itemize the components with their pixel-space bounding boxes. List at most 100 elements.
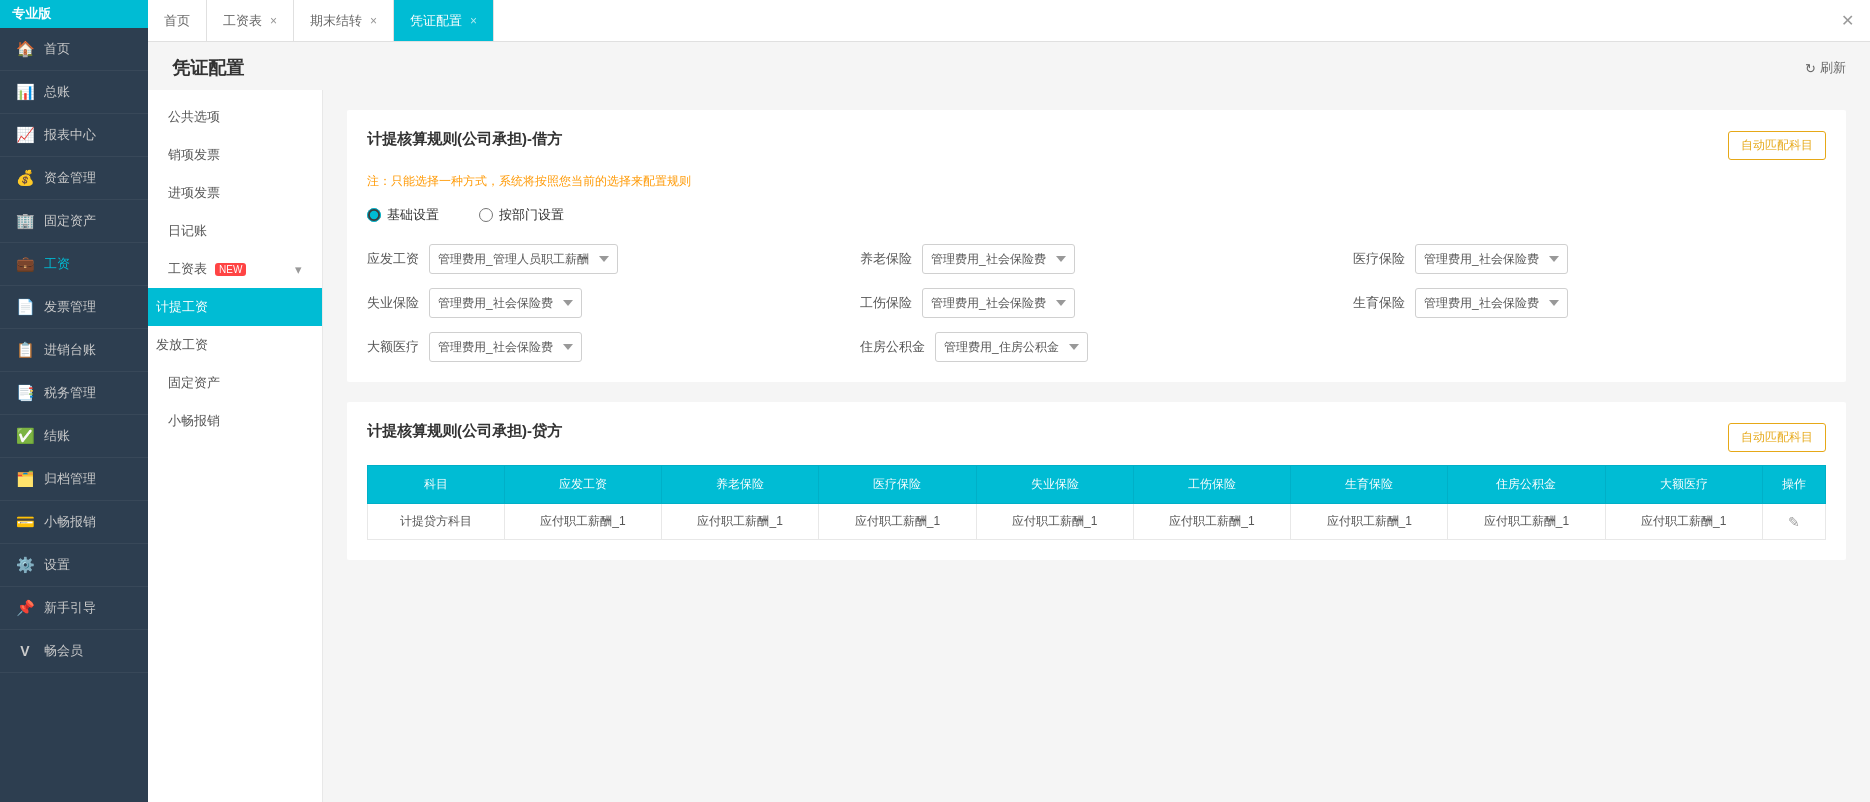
select-dale[interactable]: 管理费用_社会保险费 [429,332,582,362]
sidebar-item-salary-label: 工资 [44,255,70,273]
xiaochang-icon: 💳 [16,513,34,531]
select-wrapper-yingfa: 管理费用_管理人员职工薪酬 [429,244,840,274]
select-shiye[interactable]: 管理费用_社会保险费 [429,288,582,318]
th-yingfa: 应发工资 [504,466,661,504]
select-wrapper-gongshang: 管理费用_社会保险费 [922,288,1333,318]
th-shiye: 失业保险 [976,466,1133,504]
left-nav-payroll-table[interactable]: 工资表 NEW ▾ [148,250,322,288]
select-shengyu[interactable]: 管理费用_社会保险费 [1415,288,1568,318]
select-wrapper-yiliao: 管理费用_社会保险费 [1415,244,1826,274]
debit-section: 计提核算规则(公司承担)-借方 自动匹配科目 注：只能选择一种方式，系统将按照您… [347,110,1846,382]
refresh-button[interactable]: ↻ 刷新 [1805,59,1846,77]
sidebar-item-home[interactable]: 🏠 首页 [0,28,148,71]
assets-icon: 🏢 [16,212,34,230]
form-item-shiye: 失业保险 管理费用_社会保险费 [367,288,840,318]
tab-payroll-close[interactable]: × [270,14,277,28]
tab-voucher-close[interactable]: × [470,14,477,28]
debit-section-title: 计提核算规则(公司承担)-借方 [367,130,562,149]
debit-form-row3: 大额医疗 管理费用_社会保险费 住房公积金 管理费用_住房公积金 [367,332,1826,362]
label-shiye: 失业保险 [367,294,419,312]
debit-auto-match-button[interactable]: 自动匹配科目 [1728,131,1826,160]
radio-basic-input[interactable] [367,208,381,222]
refresh-icon: ↻ [1805,61,1816,76]
select-gongjijin[interactable]: 管理费用_住房公积金 [935,332,1088,362]
label-yingfa: 应发工资 [367,250,419,268]
tab-period-close[interactable]: × [370,14,377,28]
radio-dept[interactable]: 按部门设置 [479,206,564,224]
tab-period-label: 期末结转 [310,12,362,30]
tab-payroll[interactable]: 工资表 × [207,0,294,41]
debit-section-header: 计提核算规则(公司承担)-借方 自动匹配科目 [367,130,1826,161]
tab-period[interactable]: 期末结转 × [294,0,394,41]
sidebar-item-settings-label: 设置 [44,556,70,574]
select-wrapper-shengyu: 管理费用_社会保险费 [1415,288,1826,318]
sidebar-item-xiaochang[interactable]: 💳 小畅报销 [0,501,148,544]
debit-form-row2: 失业保险 管理费用_社会保险费 工伤保险 管理费用_社会保险费 [367,288,1826,318]
tab-home-label: 首页 [164,12,190,30]
select-yiliao[interactable]: 管理费用_社会保险费 [1415,244,1568,274]
sidebar: 专业版 🏠 首页 📊 总账 📈 报表中心 💰 资金管理 🏢 固定资产 💼 工资 … [0,0,148,802]
sidebar-item-settings[interactable]: ⚙️ 设置 [0,544,148,587]
left-nav-journal[interactable]: 日记账 [148,212,322,250]
left-nav-cancel-invoice[interactable]: 销项发票 [148,136,322,174]
left-nav-calc-salary[interactable]: 计提工资 [148,288,322,326]
sidebar-item-trade[interactable]: 📋 进销台账 [0,329,148,372]
sidebar-item-vip-label: 畅会员 [44,642,83,660]
table-row: 计提贷方科目 应付职工薪酬_1 应付职工薪酬_1 应付职工薪酬_1 应付职工薪酬… [368,504,1826,540]
label-gongjijin: 住房公积金 [860,338,925,356]
td-shiye: 应付职工薪酬_1 [976,504,1133,540]
vip-icon: V [16,643,34,659]
main-area: 首页 工资表 × 期末结转 × 凭证配置 × ✕ 凭证配置 ↻ 刷新 公共选项 [148,0,1870,802]
left-nav-fixed-assets[interactable]: 固定资产 [148,364,322,402]
sidebar-item-funds[interactable]: 💰 资金管理 [0,157,148,200]
edit-icon[interactable]: ✎ [1788,514,1800,530]
invoice-icon: 📄 [16,298,34,316]
form-item-yiliao: 医疗保险 管理费用_社会保险费 [1353,244,1826,274]
label-shengyu: 生育保险 [1353,294,1405,312]
sidebar-item-reports[interactable]: 📈 报表中心 [0,114,148,157]
label-dale: 大额医疗 [367,338,419,356]
sidebar-item-reports-label: 报表中心 [44,126,96,144]
td-yingfa: 应付职工薪酬_1 [504,504,661,540]
sidebar-item-archive[interactable]: 🗂️ 归档管理 [0,458,148,501]
td-shengyu: 应付职工薪酬_1 [1291,504,1448,540]
credit-auto-match-button[interactable]: 自动匹配科目 [1728,423,1826,452]
sidebar-item-ledger-label: 总账 [44,83,70,101]
form-item-shengyu: 生育保险 管理费用_社会保险费 [1353,288,1826,318]
td-yanglao: 应付职工薪酬_1 [662,504,819,540]
left-nav-issue-salary[interactable]: 发放工资 [148,326,322,364]
th-action: 操作 [1762,466,1825,504]
credit-section: 计提核算规则(公司承担)-贷方 自动匹配科目 科目 应发工资 养老保险 医疗保险… [347,402,1846,560]
left-nav-xiaochang-expense[interactable]: 小畅报销 [148,402,322,440]
radio-dept-input[interactable] [479,208,493,222]
sidebar-item-tax[interactable]: 📑 税务管理 [0,372,148,415]
radio-basic[interactable]: 基础设置 [367,206,439,224]
sidebar-item-assets[interactable]: 🏢 固定资产 [0,200,148,243]
topbar: 首页 工资表 × 期末结转 × 凭证配置 × ✕ [148,0,1870,42]
table-header-row: 科目 应发工资 养老保险 医疗保险 失业保险 工伤保险 生育保险 住房公积金 大… [368,466,1826,504]
refresh-label: 刷新 [1820,59,1846,77]
credit-table: 科目 应发工资 养老保险 医疗保险 失业保险 工伤保险 生育保险 住房公积金 大… [367,465,1826,540]
sidebar-item-invoice-label: 发票管理 [44,298,96,316]
th-dale: 大额医疗 [1605,466,1762,504]
select-yanglao[interactable]: 管理费用_社会保险费 [922,244,1075,274]
sidebar-item-salary[interactable]: 💼 工资 [0,243,148,286]
sidebar-item-guide[interactable]: 📌 新手引导 [0,587,148,630]
debit-section-note: 注：只能选择一种方式，系统将按照您当前的选择来配置规则 [367,173,1826,190]
sidebar-item-settle[interactable]: ✅ 结账 [0,415,148,458]
select-gongshang[interactable]: 管理费用_社会保险费 [922,288,1075,318]
home-icon: 🏠 [16,40,34,58]
sidebar-item-ledger[interactable]: 📊 总账 [0,71,148,114]
window-close-button[interactable]: ✕ [1825,0,1870,41]
left-nav-input-invoice[interactable]: 进项发票 [148,174,322,212]
select-yingfa[interactable]: 管理费用_管理人员职工薪酬 [429,244,618,274]
sidebar-item-vip[interactable]: V 畅会员 [0,630,148,673]
app-title: 专业版 [0,0,148,28]
td-action[interactable]: ✎ [1762,504,1825,540]
left-nav-public[interactable]: 公共选项 [148,98,322,136]
salary-icon: 💼 [16,255,34,273]
sidebar-item-invoice[interactable]: 📄 发票管理 [0,286,148,329]
tab-home[interactable]: 首页 [148,0,207,41]
reports-icon: 📈 [16,126,34,144]
tab-voucher[interactable]: 凭证配置 × [394,0,494,41]
